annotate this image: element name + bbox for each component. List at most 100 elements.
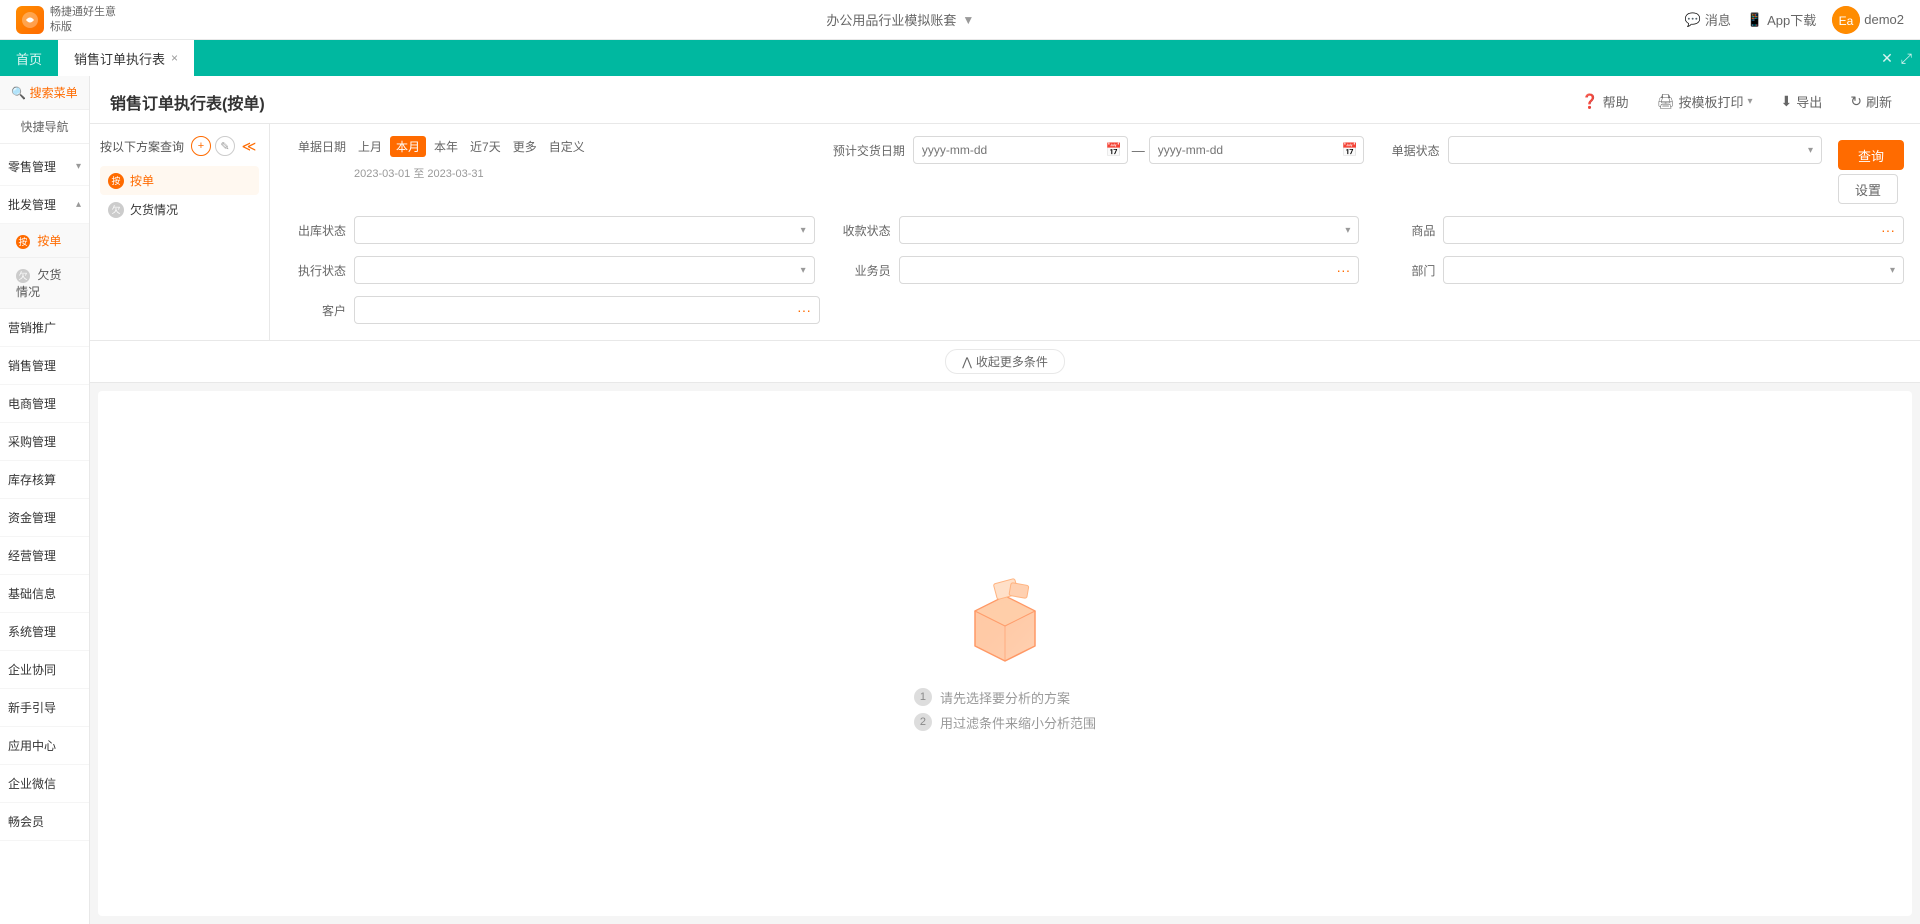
sidebar-item-corp[interactable]: 企业协同 [0, 651, 89, 689]
settings-button[interactable]: 设置 [1838, 174, 1898, 204]
sidebar-subitem-debt[interactable]: 欠 欠货情况 [0, 258, 89, 309]
query-button[interactable]: 查询 [1838, 140, 1904, 170]
sidebar-item-newbie[interactable]: 新手引导 [0, 689, 89, 727]
print-icon: 🖨 [1657, 93, 1675, 110]
button-subitem-label: 按单 [37, 234, 61, 248]
customer-select[interactable]: ··· [354, 296, 820, 324]
exec-status-select[interactable]: ▾ [354, 256, 815, 284]
sidebar-subitem-button[interactable]: 按 按单 [0, 224, 89, 258]
sidebar-item-wholesale[interactable]: 批发管理 ▴ [0, 186, 89, 224]
sidebar-nav: 零售管理 ▾ 批发管理 ▴ 按 按单 欠 欠货情况 营销推广 [0, 144, 89, 845]
logo-text: 畅捷通好生意 标版 [50, 5, 116, 34]
retail-label: 零售管理 [8, 158, 56, 175]
goods-select[interactable]: ··· [1443, 216, 1904, 244]
salesman-select[interactable]: ··· [899, 256, 1360, 284]
collapse-more-button[interactable]: ⋀ 收起更多条件 [945, 349, 1065, 374]
sidebar-item-finance[interactable]: 资金管理 [0, 499, 89, 537]
sidebar-item-wechat[interactable]: 企业微信 [0, 765, 89, 803]
sidebar-item-system[interactable]: 系统管理 [0, 613, 89, 651]
app-label: App下载 [1767, 10, 1816, 29]
biz-label: 经营管理 [8, 547, 56, 564]
sidebar-item-basic[interactable]: 基础信息 [0, 575, 89, 613]
receive-select[interactable]: ▾ [899, 216, 1360, 244]
refresh-button[interactable]: ↻ 刷新 [1842, 88, 1900, 115]
date-range-text: 2023-03-01 至 2023-03-31 [354, 168, 484, 180]
date-tab-last-month[interactable]: 上月 [354, 136, 386, 157]
sidebar-item-sales[interactable]: 销售管理 [0, 347, 89, 385]
date-tab-this-year[interactable]: 本年 [430, 136, 462, 157]
expected-date-field-group: 预计交货日期 📅 — 📅 [833, 136, 1364, 164]
out-stock-select[interactable]: ▾ [354, 216, 815, 244]
breadcrumb-arrow-icon[interactable]: ▼ [962, 13, 974, 27]
filter-schemes-header: 按以下方案查询 + ✎ ≪ [100, 136, 259, 156]
basic-label: 基础信息 [8, 585, 56, 602]
sidebar-item-stock[interactable]: 库存核算 [0, 461, 89, 499]
dept-label: 部门 [1375, 262, 1435, 279]
user-menu[interactable]: Ea demo2 [1832, 6, 1904, 34]
scheme-collapse-icon[interactable]: ≪ [239, 136, 259, 156]
sidebar-item-member[interactable]: 畅会员 [0, 803, 89, 841]
expected-date-from-input[interactable] [913, 136, 1128, 164]
window-close-icon[interactable]: ✕ [1881, 50, 1893, 67]
scheme-item-debt[interactable]: 欠 欠货情况 [100, 195, 259, 224]
receive-arrow-icon: ▾ [1345, 225, 1350, 236]
collapse-up-icon: ⋀ [962, 355, 972, 369]
sidebar-search[interactable]: 🔍 搜索菜单 [0, 76, 89, 110]
customer-dots-icon[interactable]: ··· [797, 302, 811, 318]
system-label: 系统管理 [8, 623, 56, 640]
out-stock-label: 出库状态 [286, 222, 346, 239]
date-tab-this-month[interactable]: 本月 [390, 136, 426, 157]
username-label: demo2 [1864, 12, 1904, 27]
scheme-add-icon[interactable]: + [191, 136, 211, 156]
status-select[interactable]: ▾ [1448, 136, 1822, 164]
scheme-edit-icon[interactable]: ✎ [215, 136, 235, 156]
dept-select[interactable]: ▾ [1443, 256, 1904, 284]
app-download-button[interactable]: 📱 App下载 [1747, 10, 1816, 29]
breadcrumb-text: 办公用品行业模拟账套 [826, 10, 956, 29]
message-label: 消息 [1705, 10, 1731, 29]
salesman-dots-icon[interactable]: ··· [1336, 262, 1350, 278]
sidebar-item-marketing[interactable]: 营销推广 [0, 309, 89, 347]
tab-close-icon[interactable]: × [171, 52, 178, 64]
sidebar-quick-nav[interactable]: 快捷导航 [0, 110, 89, 144]
print-dropdown-icon[interactable]: ▾ [1747, 96, 1752, 107]
date-tab-more[interactable]: 更多 [509, 136, 541, 157]
wholesale-arrow-icon: ▴ [76, 199, 81, 210]
sidebar-item-biz[interactable]: 经营管理 [0, 537, 89, 575]
print-button[interactable]: 🖨 按模板打印 ▾ [1649, 88, 1761, 115]
status-label: 单据状态 [1380, 142, 1440, 159]
export-button[interactable]: ⬇ 导出 [1773, 88, 1831, 115]
window-maximize-icon[interactable]: ⤢ [1901, 50, 1912, 67]
calendar-to-icon: 📅 [1341, 142, 1357, 158]
help-button[interactable]: ❓ 帮助 [1573, 88, 1636, 115]
salesman-label: 业务员 [831, 262, 891, 279]
customer-field-group: 客户 ··· [286, 296, 820, 324]
tip-num-1: 1 [914, 688, 932, 706]
tab-home[interactable]: 首页 [0, 40, 58, 76]
content-area: 销售订单执行表(按单) ❓ 帮助 🖨 按模板打印 ▾ ⬇ 导出 ↻ 刷新 [90, 76, 1920, 924]
finance-label: 资金管理 [8, 509, 56, 526]
sidebar-item-retail[interactable]: 零售管理 ▾ [0, 148, 89, 186]
sidebar-item-ecom[interactable]: 电商管理 [0, 385, 89, 423]
search-icon: 🔍 [11, 86, 26, 100]
purchase-label: 采购管理 [8, 433, 56, 450]
print-label: 按模板打印 [1678, 92, 1743, 111]
scheme-item-button[interactable]: 按 按单 [100, 166, 259, 195]
logo-area: 畅捷通好生意 标版 [16, 5, 116, 34]
wholesale-sub-items: 按 按单 欠 欠货情况 [0, 224, 89, 309]
exec-status-field-group: 执行状态 ▾ [286, 256, 815, 284]
top-bar: 畅捷通好生意 标版 办公用品行业模拟账套 ▼ 💬 消息 📱 App下载 Ea d… [0, 0, 1920, 40]
empty-tip-2: 2 用过滤条件来缩小分析范围 [914, 713, 1096, 732]
date-tab-custom[interactable]: 自定义 [545, 136, 589, 157]
newbie-label: 新手引导 [8, 699, 56, 716]
ecom-label: 电商管理 [8, 395, 56, 412]
tab-home-label: 首页 [16, 49, 42, 68]
marketing-label: 营销推广 [8, 319, 56, 336]
tab-sales-order[interactable]: 销售订单执行表 × [58, 40, 194, 76]
sidebar-item-purchase[interactable]: 采购管理 [0, 423, 89, 461]
goods-dots-icon[interactable]: ··· [1881, 222, 1895, 238]
sidebar-item-apps[interactable]: 应用中心 [0, 727, 89, 765]
message-button[interactable]: 💬 消息 [1685, 10, 1731, 29]
expected-date-to-input[interactable] [1149, 136, 1364, 164]
date-tab-7days[interactable]: 近7天 [466, 136, 505, 157]
